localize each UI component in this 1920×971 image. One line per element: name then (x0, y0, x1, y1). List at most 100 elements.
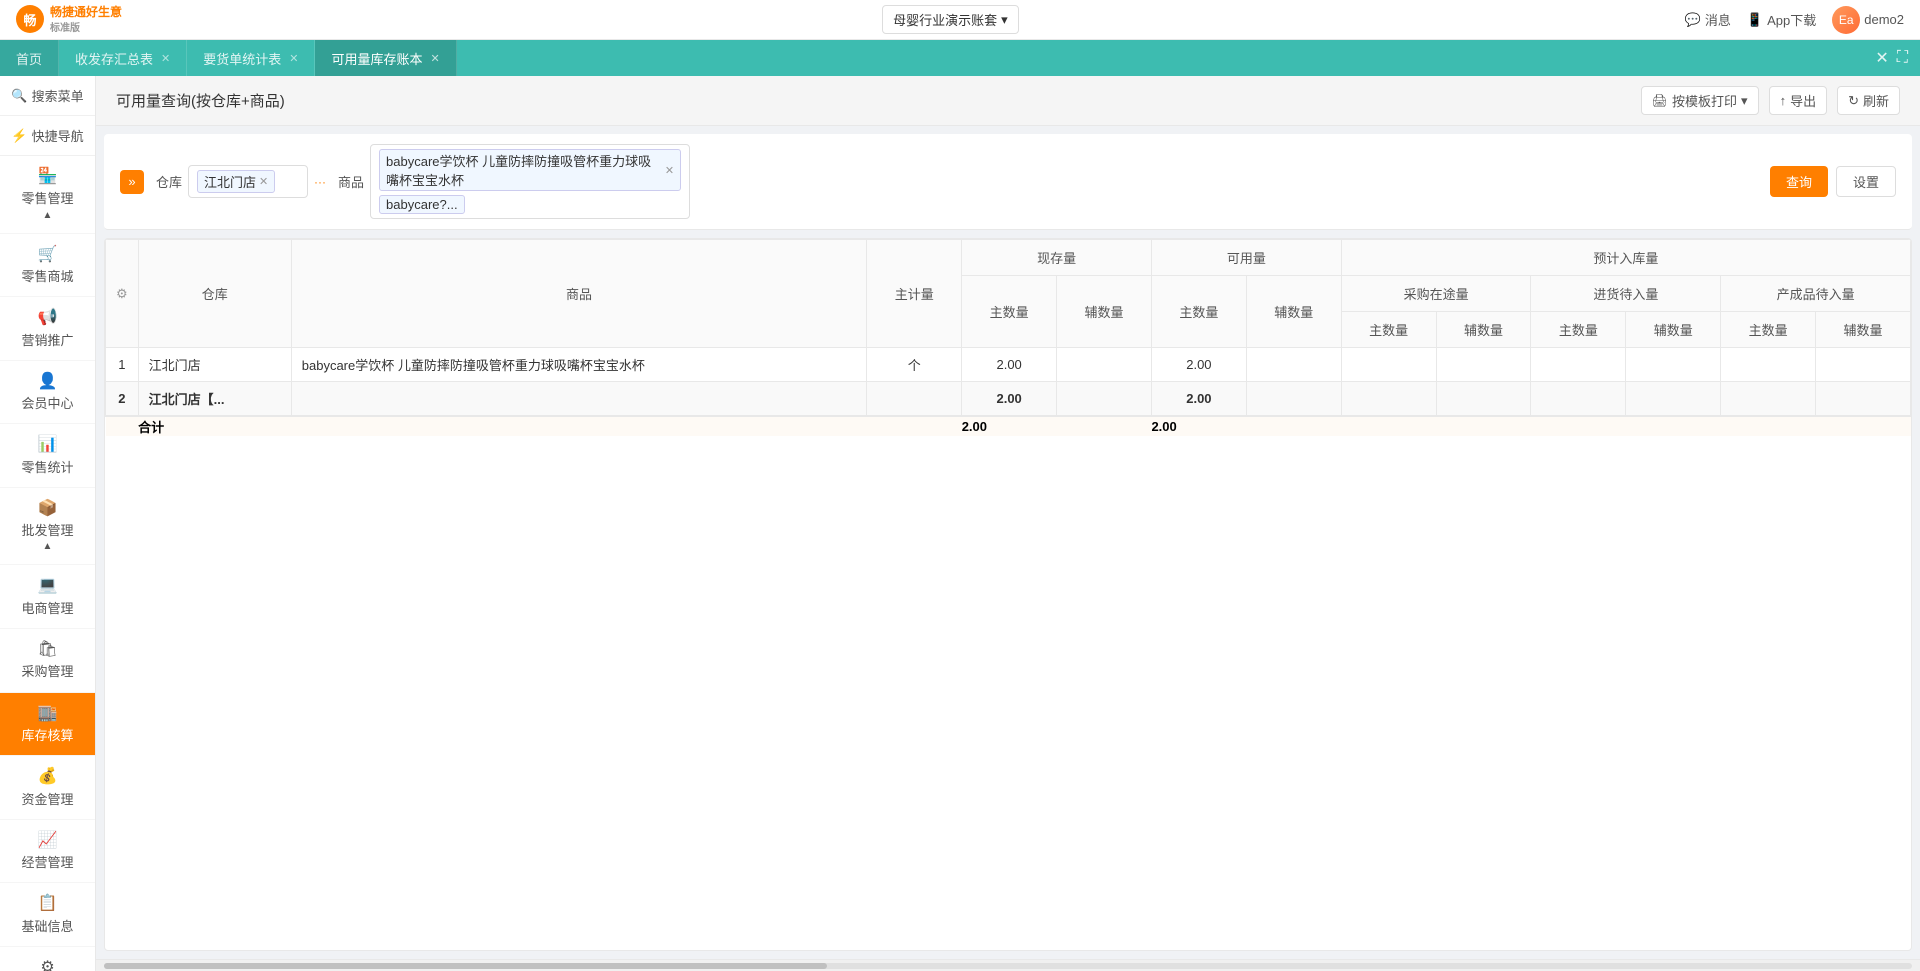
row2-warehouse: 江北门店【... (138, 382, 291, 417)
message-btn[interactable]: 💬 消息 (1685, 10, 1731, 29)
search-menu-btn[interactable]: 🔍 搜索菜单 (0, 76, 95, 116)
logo-icon: 畅 (16, 5, 44, 33)
sidebar-item-marketing[interactable]: 📢 营销推广 (0, 297, 95, 361)
export-label: 导出 (1790, 91, 1816, 110)
sidebar-item-retail-stats[interactable]: 📊 零售统计 (0, 424, 95, 488)
sidebar-item-finance[interactable]: 💰 资金管理 (0, 756, 95, 820)
horizontal-scrollbar[interactable] (96, 959, 1920, 971)
product-tag1-close[interactable]: ✕ (665, 164, 674, 177)
warehouse-label: 仓库 (156, 172, 182, 191)
sidebar-item-wholesale-mgmt[interactable]: 📦 批发管理 ▲ (0, 488, 95, 566)
row1-inbound-pending-aux (1626, 348, 1721, 382)
industry-selector[interactable]: 母婴行业演示账套 ▾ (882, 5, 1019, 34)
th-production-pending-group: 产成品待入量 (1721, 276, 1911, 312)
order-tab-label: 要货单统计表 (203, 49, 281, 68)
avatar: Ea (1832, 6, 1860, 34)
product-input[interactable]: babycare学饮杯 儿童防摔防撞吸管杯重力球吸嘴杯宝宝水杯 ✕ babyca… (370, 144, 690, 219)
table-area: ⚙ 仓库 商品 主计量 现存量 可用量 预计入库量 主数量 辅数量 主数量 辅数… (104, 238, 1912, 951)
sidebar-item-basics[interactable]: 📋 基础信息 (0, 883, 95, 947)
settings-btn[interactable]: 设置 (1836, 166, 1896, 197)
row1-production-pending-main (1721, 348, 1816, 382)
sidebar-item-inventory[interactable]: 🏬 库存核算 (0, 693, 95, 757)
filter-bar: » 仓库 江北门店 ✕ ··· 商品 babycare学饮杯 儿童防摔防撞吸管杯… (104, 134, 1912, 230)
scrollbar-thumb (104, 963, 827, 969)
filter-toggle-btn[interactable]: » (120, 170, 144, 194)
warehouse-input[interactable]: 江北门店 ✕ (188, 165, 308, 198)
th-expected-inbound-group: 预计入库量 (1341, 240, 1910, 276)
wholesale-icon: 📦 (38, 498, 58, 520)
warehouse-tag-close[interactable]: ✕ (259, 175, 268, 188)
retail-stats-icon: 📊 (38, 434, 58, 456)
footer-production-pending-aux (1816, 416, 1911, 436)
row2-available-aux (1246, 382, 1341, 417)
retail-mgmt-label: 零售管理 (21, 190, 73, 208)
sidebar-item-retail-mall[interactable]: 🛒 零售商城 (0, 234, 95, 298)
ecommerce-icon: 💻 (38, 575, 58, 597)
warehouse-tag-value: 江北门店 (204, 172, 256, 191)
row1-available-aux (1246, 348, 1341, 382)
row1-unit: 个 (867, 348, 962, 382)
print-template-btn[interactable]: 🖨 按模板打印 ▾ (1641, 86, 1759, 115)
scrollbar-track (104, 963, 1912, 969)
tab-receive[interactable]: 收发存汇总表 ✕ (59, 40, 187, 76)
tab-order[interactable]: 要货单统计表 ✕ (187, 40, 315, 76)
user-avatar-btn[interactable]: Ea demo2 (1832, 6, 1904, 34)
sidebar-item-purchase[interactable]: 🛍 采购管理 (0, 629, 95, 693)
sidebar-item-member[interactable]: 👤 会员中心 (0, 361, 95, 425)
th-purchase-transit-group: 采购在途量 (1341, 276, 1531, 312)
sidebar-item-retail-mgmt[interactable]: 🏪 零售管理 ▲ (0, 156, 95, 234)
tab-home[interactable]: 首页 (0, 40, 59, 76)
sidebar-item-operations[interactable]: 📈 经营管理 (0, 820, 95, 884)
refresh-icon: ↻ (1848, 93, 1859, 109)
warehouse-more[interactable]: ··· (314, 175, 326, 189)
wholesale-label: 批发管理 (21, 522, 73, 540)
footer-inbound-pending-aux (1626, 416, 1721, 436)
logo: 畅 畅捷通好生意 标准版 (16, 5, 216, 34)
tab-close-available[interactable]: ✕ (431, 52, 440, 65)
refresh-label: 刷新 (1863, 91, 1889, 110)
th-inbound-pending-main: 主数量 (1531, 312, 1626, 348)
query-btn[interactable]: 查询 (1770, 166, 1828, 197)
th-available-group: 可用量 (1151, 240, 1341, 276)
retail-mgmt-icon: 🏪 (38, 166, 58, 188)
purchase-label: 采购管理 (21, 663, 73, 681)
row2-inbound-pending-aux (1626, 382, 1721, 417)
th-production-pending-aux: 辅数量 (1816, 312, 1911, 348)
tab-close-order[interactable]: ✕ (289, 52, 298, 65)
nav-tabs: 首页 收发存汇总表 ✕ 要货单统计表 ✕ 可用量库存账本 ✕ ✕ ⛶ (0, 40, 1920, 76)
column-settings-icon[interactable]: ⚙ (116, 286, 128, 301)
tab-close-receive[interactable]: ✕ (161, 52, 170, 65)
logo-sub: 标准版 (50, 19, 122, 34)
finance-label: 资金管理 (21, 791, 73, 809)
main-content: 可用量查询(按仓库+商品) 🖨 按模板打印 ▾ ↑ 导出 ↻ 刷新 (96, 76, 1920, 971)
filter-actions: 查询 设置 (1770, 166, 1896, 197)
row1-current-main: 2.00 (962, 348, 1057, 382)
table-row: 1 江北门店 babycare学饮杯 儿童防摔防撞吸管杯重力球吸嘴杯宝宝水杯 个… (106, 348, 1911, 382)
export-btn[interactable]: ↑ 导出 (1769, 86, 1828, 115)
refresh-btn[interactable]: ↻ 刷新 (1837, 86, 1900, 115)
app-download-btn[interactable]: 📱 App下载 (1747, 10, 1816, 29)
sidebar-item-ecommerce[interactable]: 💻 电商管理 (0, 565, 95, 629)
sidebar-item-system[interactable]: ⚙ 系统管理 (0, 947, 95, 971)
row1-warehouse: 江北门店 (138, 348, 291, 382)
row2-production-pending-main (1721, 382, 1816, 417)
footer-available-aux (1246, 416, 1341, 436)
logo-text: 畅捷通好生意 (50, 5, 122, 19)
mobile-icon: 📱 (1747, 12, 1763, 28)
th-purchase-transit-main: 主数量 (1341, 312, 1436, 348)
quick-nav-btn[interactable]: ⚡ 快捷导航 (0, 116, 95, 156)
search-icon: 🔍 (11, 88, 27, 104)
th-current-stock-group: 现存量 (962, 240, 1152, 276)
row2-current-aux (1057, 382, 1152, 417)
th-current-main: 主数量 (962, 276, 1057, 348)
th-purchase-transit-aux: 辅数量 (1436, 312, 1531, 348)
footer-available-main: 2.00 (1151, 416, 1246, 436)
maximize-btn[interactable]: ⛶ (1897, 49, 1908, 67)
table-footer: 合计 2.00 2.00 (106, 416, 1911, 436)
row1-production-pending-aux (1816, 348, 1911, 382)
row1-index: 1 (106, 348, 139, 382)
tab-available[interactable]: 可用量库存账本 ✕ (315, 40, 456, 76)
inventory-icon: 🏬 (38, 703, 58, 725)
product-filter: 商品 babycare学饮杯 儿童防摔防撞吸管杯重力球吸嘴杯宝宝水杯 ✕ bab… (338, 144, 690, 219)
close-all-btn[interactable]: ✕ (1875, 48, 1888, 68)
